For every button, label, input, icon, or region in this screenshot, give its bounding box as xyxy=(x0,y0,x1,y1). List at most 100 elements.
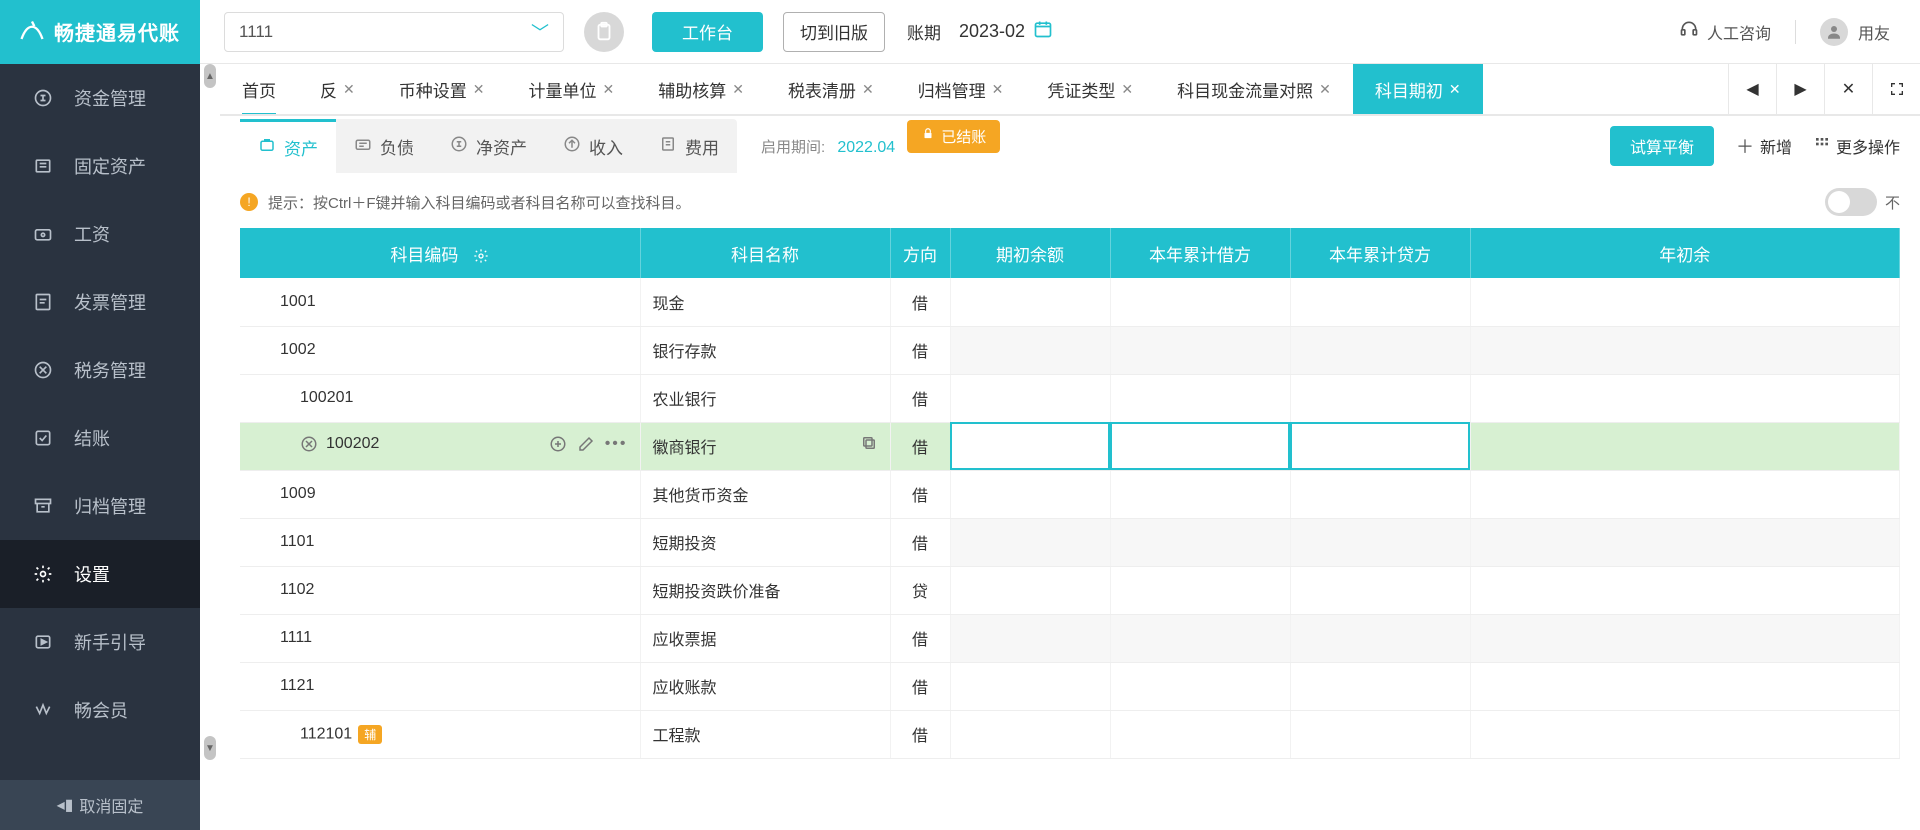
old-version-button[interactable]: 切到旧版 xyxy=(783,12,885,52)
cell-name[interactable]: 徽商银行 xyxy=(640,422,890,470)
sidebar-item-fixed-asset[interactable]: 固定资产 xyxy=(0,132,200,200)
cell-value[interactable] xyxy=(1470,614,1900,662)
tab-currency[interactable]: 币种设置✕ xyxy=(377,64,507,114)
delete-row-icon[interactable] xyxy=(300,435,320,453)
tabs-fullscreen-button[interactable] xyxy=(1872,64,1920,114)
cell-code[interactable]: 1102••• xyxy=(240,566,640,614)
close-icon[interactable]: ✕ xyxy=(732,81,744,98)
table-row[interactable]: 1121•••应收账款借 xyxy=(240,662,1900,710)
scroll-up-icon[interactable]: ▲ xyxy=(204,64,216,88)
subtab-expense[interactable]: 费用 xyxy=(641,119,737,173)
scroll-down-icon[interactable]: ▼ xyxy=(204,736,216,760)
cell-value[interactable] xyxy=(950,710,1110,758)
cell-code[interactable]: 100202••• xyxy=(240,422,640,470)
sidebar-item-archive[interactable]: 归档管理 xyxy=(0,472,200,540)
tab-reverse[interactable]: 反✕ xyxy=(298,64,377,114)
clipboard-button[interactable] xyxy=(584,12,624,52)
cell-value[interactable] xyxy=(1110,662,1290,710)
tab-taxsheet[interactable]: 税表清册✕ xyxy=(766,64,896,114)
th-name[interactable]: 科目名称 xyxy=(640,228,890,278)
table-row[interactable]: 1102•••短期投资跌价准备贷 xyxy=(240,566,1900,614)
cell-code[interactable]: 1001••• xyxy=(240,278,640,326)
edit-icon[interactable] xyxy=(577,435,595,458)
cell-value[interactable] xyxy=(1110,326,1290,374)
cell-name[interactable]: 现金 xyxy=(640,278,890,326)
cell-value[interactable] xyxy=(1470,566,1900,614)
cell-code[interactable]: 1002••• xyxy=(240,326,640,374)
cell-value[interactable] xyxy=(1110,614,1290,662)
table-row[interactable]: 1001•••现金借 xyxy=(240,278,1900,326)
cell-value[interactable] xyxy=(950,278,1110,326)
tab-vtype[interactable]: 凭证类型✕ xyxy=(1025,64,1155,114)
cell-value[interactable] xyxy=(1470,326,1900,374)
subtab-asset[interactable]: 资产 xyxy=(240,119,336,173)
cell-value[interactable] xyxy=(1290,326,1470,374)
cell-name[interactable]: 工程款 xyxy=(640,710,890,758)
table-row[interactable]: 112101辅•••工程款借 xyxy=(240,710,1900,758)
gear-icon[interactable] xyxy=(473,248,489,264)
cell-code[interactable]: 1121••• xyxy=(240,662,640,710)
cell-name[interactable]: 银行存款 xyxy=(640,326,890,374)
user-menu[interactable]: 用友 xyxy=(1820,18,1890,46)
tab-home[interactable]: 首页 xyxy=(220,64,298,114)
close-icon[interactable]: ✕ xyxy=(1319,81,1331,98)
cell-value[interactable] xyxy=(950,470,1110,518)
cell-value[interactable] xyxy=(1470,278,1900,326)
more-actions-button[interactable]: 更多操作 xyxy=(1814,134,1900,158)
add-button[interactable]: ＋ 新增 xyxy=(1736,133,1792,159)
cell-value[interactable] xyxy=(1290,566,1470,614)
toggle-switch[interactable] xyxy=(1825,188,1877,216)
sidebar-item-tax[interactable]: 税务管理 xyxy=(0,336,200,404)
subtab-income[interactable]: 收入 xyxy=(545,119,641,173)
cell-value[interactable] xyxy=(1290,374,1470,422)
cell-value[interactable] xyxy=(1110,518,1290,566)
cell-value[interactable] xyxy=(1110,374,1290,422)
cell-value[interactable] xyxy=(1290,710,1470,758)
th-debit[interactable]: 本年累计借方 xyxy=(1110,228,1290,278)
table-row[interactable]: 1002•••银行存款借 xyxy=(240,326,1900,374)
copy-icon[interactable] xyxy=(860,434,878,452)
th-year[interactable]: 年初余 xyxy=(1470,228,1900,278)
subtab-net[interactable]: 净资产 xyxy=(432,119,545,173)
cell-name[interactable]: 农业银行 xyxy=(640,374,890,422)
cell-value[interactable] xyxy=(1110,422,1290,470)
tab-archive2[interactable]: 归档管理✕ xyxy=(896,64,1026,114)
sidebar-item-settings[interactable]: 设置 xyxy=(0,540,200,608)
subtab-liab[interactable]: 负债 xyxy=(336,119,432,173)
cell-value[interactable] xyxy=(1290,614,1470,662)
cell-code[interactable]: 112101辅••• xyxy=(240,710,640,758)
cell-value[interactable] xyxy=(1290,662,1470,710)
tabs-prev-button[interactable]: ◀ xyxy=(1728,64,1776,114)
sidebar-item-closing[interactable]: 结账 xyxy=(0,404,200,472)
cell-value[interactable] xyxy=(950,518,1110,566)
cell-value[interactable] xyxy=(950,422,1110,470)
close-icon[interactable]: ✕ xyxy=(473,81,485,98)
table-row[interactable]: 100202•••徽商银行借 xyxy=(240,422,1900,470)
sidebar-item-invoice[interactable]: 发票管理 xyxy=(0,268,200,336)
company-select[interactable]: 1111 ﹀ xyxy=(224,12,564,52)
th-dir[interactable]: 方向 xyxy=(890,228,950,278)
tab-aux[interactable]: 辅助核算✕ xyxy=(636,64,766,114)
cell-name[interactable]: 短期投资 xyxy=(640,518,890,566)
table-row[interactable]: 1101•••短期投资借 xyxy=(240,518,1900,566)
workbench-button[interactable]: 工作台 xyxy=(652,12,763,52)
close-icon[interactable]: ✕ xyxy=(992,81,1004,98)
cell-name[interactable]: 其他货币资金 xyxy=(640,470,890,518)
sidebar-scrollbar[interactable]: ▲ ▼ xyxy=(200,64,220,830)
close-icon[interactable]: ✕ xyxy=(862,81,874,98)
cell-code[interactable]: 100201••• xyxy=(240,374,640,422)
table-row[interactable]: 100201•••农业银行借 xyxy=(240,374,1900,422)
sidebar-item-fund[interactable]: 资金管理 xyxy=(0,64,200,132)
cell-value[interactable] xyxy=(1470,662,1900,710)
cell-value[interactable] xyxy=(1470,518,1900,566)
sidebar-item-wage[interactable]: 工资 xyxy=(0,200,200,268)
tab-cashflow[interactable]: 科目现金流量对照✕ xyxy=(1155,64,1353,114)
cell-code[interactable]: 1009••• xyxy=(240,470,640,518)
cell-value[interactable] xyxy=(1470,470,1900,518)
cell-value[interactable] xyxy=(950,662,1110,710)
cell-code[interactable]: 1111••• xyxy=(240,614,640,662)
cell-name[interactable]: 应收票据 xyxy=(640,614,890,662)
sidebar-item-guide[interactable]: 新手引导 xyxy=(0,608,200,676)
cell-code[interactable]: 1101••• xyxy=(240,518,640,566)
more-icon[interactable]: ••• xyxy=(605,435,628,458)
